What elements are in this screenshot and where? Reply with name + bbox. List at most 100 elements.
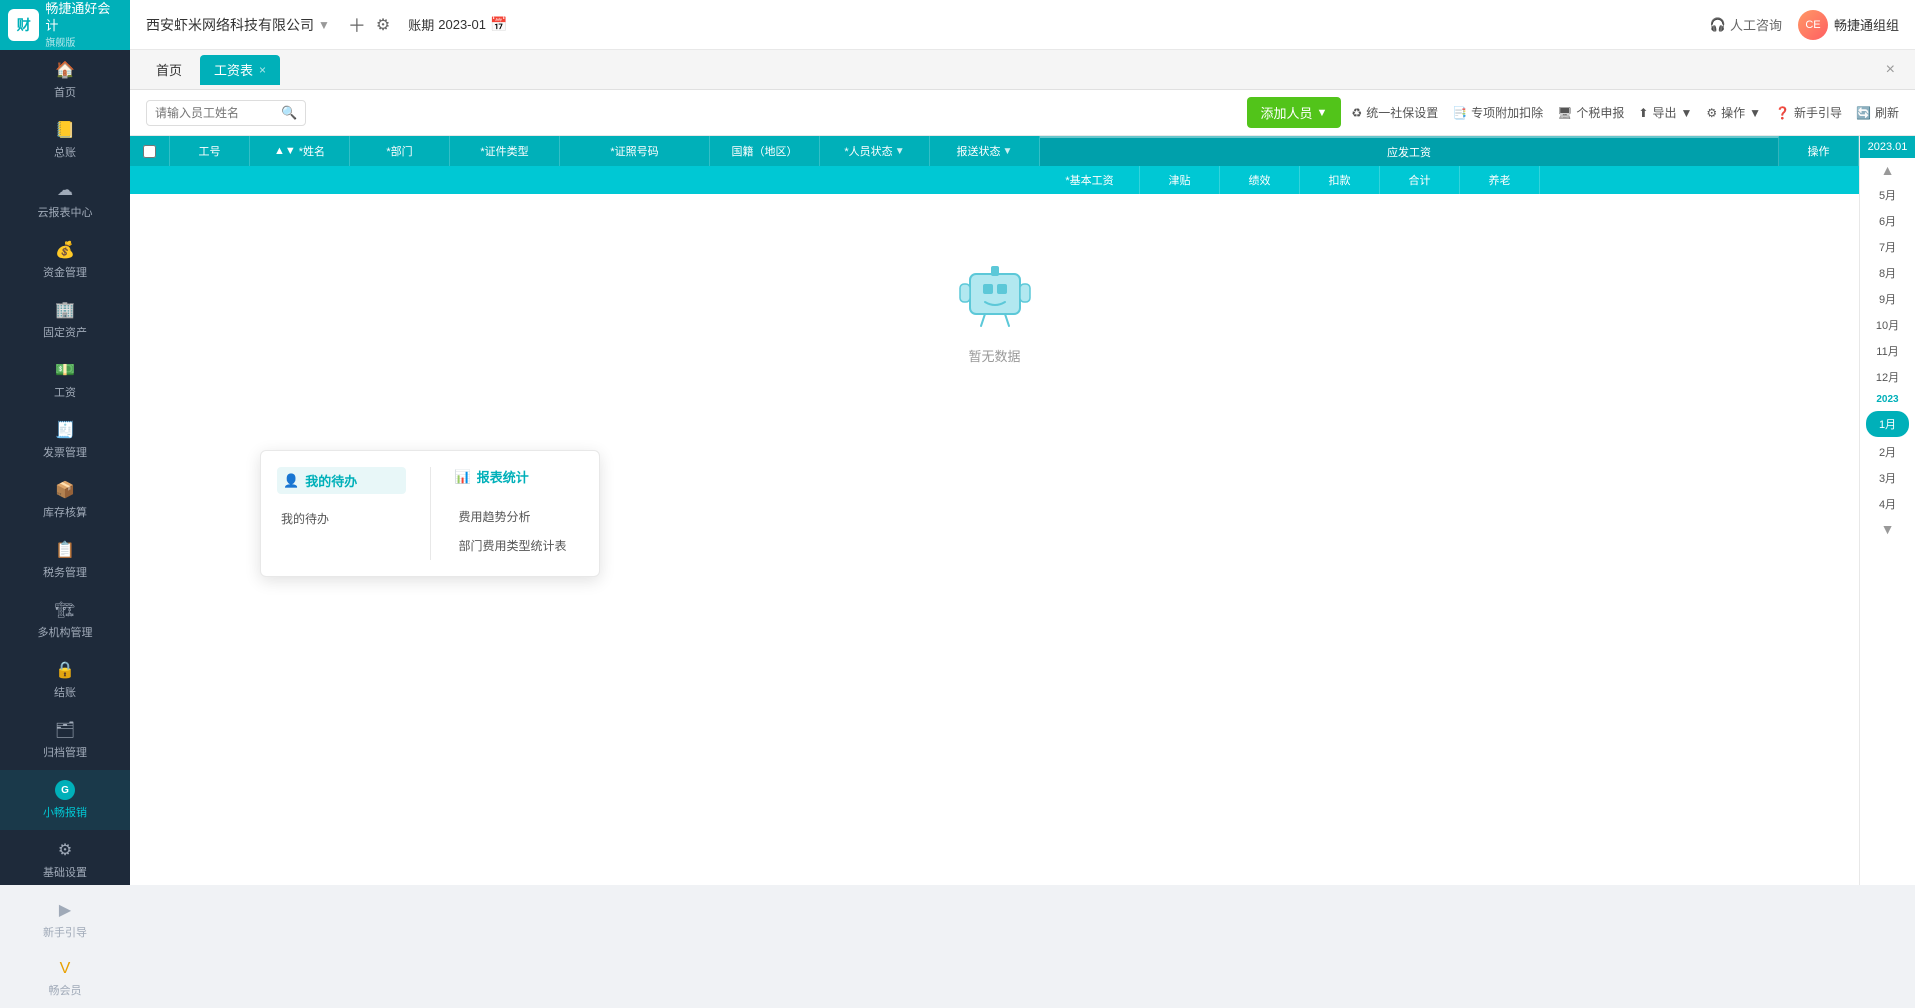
sidebar-item-fixed-assets[interactable]: 🏢 固定资产 bbox=[0, 290, 130, 350]
tab-home-label: 首页 bbox=[156, 60, 182, 79]
username-label: 畅捷通组组 bbox=[1834, 15, 1899, 34]
report-status-filter-icon[interactable]: ▼ bbox=[1003, 146, 1013, 157]
company-selector[interactable]: 西安虾米网络科技有限公司 ▼ bbox=[146, 15, 330, 35]
timeline-month-1[interactable]: 1月 bbox=[1866, 411, 1909, 437]
sidebar-label-salary: 工资 bbox=[54, 384, 76, 400]
th-num: 工号 bbox=[170, 136, 250, 166]
search-input[interactable] bbox=[155, 106, 275, 120]
operations-action[interactable]: ⚙ 操作 ▼ bbox=[1706, 104, 1761, 121]
period-display: 账期 2023-01 📅 bbox=[408, 15, 507, 34]
sidebar-label-fund: 资金管理 bbox=[43, 264, 87, 280]
timeline-month-3[interactable]: 3月 bbox=[1860, 465, 1915, 491]
export-action[interactable]: ⬆ 导出 ▼ bbox=[1638, 104, 1692, 121]
tab-salary-table[interactable]: 工资表 × bbox=[200, 55, 280, 85]
sidebar-item-multi-org[interactable]: 🏗 多机构管理 bbox=[0, 590, 130, 650]
popup-item-my-todo[interactable]: 我的待办 bbox=[277, 504, 406, 533]
timeline-up-button[interactable]: ▲ bbox=[1860, 158, 1915, 182]
sidebar-item-closing[interactable]: 🔒 结账 bbox=[0, 650, 130, 710]
window-close-button[interactable]: × bbox=[1878, 57, 1903, 83]
toolbar: 🔍 添加人员 ▼ ♻ 统一社保设置 📑 专项附加扣除 🖥 个税申报 bbox=[130, 90, 1915, 136]
topbar: 西安虾米网络科技有限公司 ▼ ＋ ⚙ 账期 2023-01 📅 🎧 人工咨询 C… bbox=[130, 0, 1915, 50]
sidebar-item-cloud-report[interactable]: ☁ 云报表中心 bbox=[0, 170, 130, 230]
popup-item-dept-cost[interactable]: 部门费用类型统计表 bbox=[455, 531, 584, 560]
tax-report-label: 个税申报 bbox=[1576, 104, 1624, 121]
select-all-checkbox[interactable] bbox=[143, 145, 156, 158]
search-box: 🔍 bbox=[146, 100, 306, 126]
add-person-button[interactable]: 添加人员 ▼ bbox=[1247, 97, 1342, 128]
sidebar-item-member[interactable]: V 畅会员 bbox=[0, 950, 130, 1008]
tab-close-icon[interactable]: × bbox=[259, 63, 266, 77]
settings-icon[interactable]: ⚙ bbox=[376, 15, 390, 35]
sidebar-item-fund[interactable]: 💰 资金管理 bbox=[0, 230, 130, 290]
popup-divider bbox=[430, 467, 431, 560]
operations-icon: ⚙ bbox=[1706, 106, 1717, 120]
social-insurance-icon: ♻ bbox=[1351, 106, 1362, 120]
th-checkbox[interactable] bbox=[130, 136, 170, 166]
tab-salary-label: 工资表 bbox=[214, 60, 253, 79]
guide-action[interactable]: ❓ 新手引导 bbox=[1775, 104, 1842, 121]
social-insurance-action[interactable]: ♻ 统一社保设置 bbox=[1351, 104, 1438, 121]
sidebar-label-tax: 税务管理 bbox=[43, 564, 87, 580]
timeline-month-9[interactable]: 9月 bbox=[1860, 286, 1915, 312]
sidebar-item-salary[interactable]: 💵 工资 bbox=[0, 350, 130, 410]
popup-item-cost-trend[interactable]: 费用趋势分析 bbox=[455, 502, 584, 531]
special-deduct-icon: 📑 bbox=[1452, 106, 1467, 120]
th-performance: 绩效 bbox=[1220, 166, 1300, 194]
th-person-status: *人员状态 ▼ bbox=[820, 136, 930, 166]
timeline-month-4[interactable]: 4月 bbox=[1860, 491, 1915, 517]
empty-text: 暂无数据 bbox=[968, 346, 1020, 365]
timeline-month-6[interactable]: 6月 bbox=[1860, 208, 1915, 234]
app-logo: 财 畅捷通好会计 旗舰版 bbox=[0, 0, 130, 50]
tabbar: 首页 工资表 × × bbox=[130, 50, 1915, 90]
special-deduct-label: 专项附加扣除 bbox=[1471, 104, 1543, 121]
refresh-action[interactable]: 🔄 刷新 bbox=[1856, 104, 1899, 121]
dropdown-popup: 👤 我的待办 我的待办 📊 报表统计 费用趋势分析 部门费用类型统计表 bbox=[260, 450, 600, 577]
sidebar-item-home[interactable]: 🏠 首页 bbox=[0, 50, 130, 110]
calendar-icon[interactable]: 📅 bbox=[490, 16, 507, 33]
sidebar-item-archive[interactable]: 🗂 归档管理 bbox=[0, 710, 130, 770]
add-person-label: 添加人员 bbox=[1261, 103, 1313, 122]
th-cert-type: *证件类型 bbox=[450, 136, 560, 166]
timeline-month-7[interactable]: 7月 bbox=[1860, 234, 1915, 260]
th-salary-group: 应发工资 bbox=[1040, 136, 1779, 166]
th-name: ▲▼ *姓名 bbox=[250, 136, 350, 166]
sidebar-item-guide[interactable]: ▶ 新手引导 bbox=[0, 890, 130, 950]
add-company-button[interactable]: ＋ bbox=[348, 12, 366, 38]
refresh-icon: 🔄 bbox=[1856, 106, 1871, 120]
sidebar-item-xiaochang[interactable]: G 小畅报销 bbox=[0, 770, 130, 830]
tab-home[interactable]: 首页 bbox=[142, 55, 196, 85]
support-button[interactable]: 🎧 人工咨询 bbox=[1710, 15, 1782, 34]
period-value: 2023-01 bbox=[438, 17, 486, 32]
timeline-month-12[interactable]: 12月 bbox=[1860, 364, 1915, 390]
sidebar-item-ledger[interactable]: 📒 总账 bbox=[0, 110, 130, 170]
salary-icon: 💵 bbox=[55, 360, 75, 380]
timeline-month-5[interactable]: 5月 bbox=[1860, 182, 1915, 208]
sidebar-item-tax[interactable]: 📋 税务管理 bbox=[0, 530, 130, 590]
sidebar-label-assets: 固定资产 bbox=[43, 324, 87, 340]
logo-sub: 旗舰版 bbox=[45, 34, 122, 49]
sidebar-label-inventory: 库存核算 bbox=[43, 504, 87, 520]
timeline-month-11[interactable]: 11月 bbox=[1860, 338, 1915, 364]
popup-report-icon: 📊 bbox=[455, 469, 471, 485]
timeline-month-2[interactable]: 2月 bbox=[1860, 439, 1915, 465]
empty-illustration bbox=[955, 254, 1035, 334]
export-icon: ⬆ bbox=[1638, 106, 1648, 120]
sidebar-label-member: 畅会员 bbox=[49, 982, 82, 998]
tax-report-action[interactable]: 🖥 个税申报 bbox=[1557, 104, 1624, 121]
special-deduct-action[interactable]: 📑 专项附加扣除 bbox=[1452, 104, 1543, 121]
sidebar-label-multi-org: 多机构管理 bbox=[38, 624, 93, 640]
archive-icon: 🗂 bbox=[55, 720, 75, 740]
person-status-filter-icon[interactable]: ▼ bbox=[895, 146, 905, 157]
sidebar-item-inventory[interactable]: 📦 库存核算 bbox=[0, 470, 130, 530]
basic-icon: ⚙ bbox=[58, 840, 72, 860]
user-menu[interactable]: CE 畅捷通组组 bbox=[1798, 10, 1899, 40]
timeline-month-8[interactable]: 8月 bbox=[1860, 260, 1915, 286]
sidebar-item-invoice[interactable]: 🧾 发票管理 bbox=[0, 410, 130, 470]
timeline-month-10[interactable]: 10月 bbox=[1860, 312, 1915, 338]
sidebar-item-basic[interactable]: ⚙ 基础设置 bbox=[0, 830, 130, 890]
guide-icon: ▶ bbox=[59, 900, 71, 920]
empty-state: 暂无数据 bbox=[130, 194, 1859, 425]
member-icon: V bbox=[60, 960, 71, 978]
timeline-down-button[interactable]: ▼ bbox=[1860, 517, 1915, 541]
logo-text: 畅捷通好会计 bbox=[45, 1, 122, 35]
